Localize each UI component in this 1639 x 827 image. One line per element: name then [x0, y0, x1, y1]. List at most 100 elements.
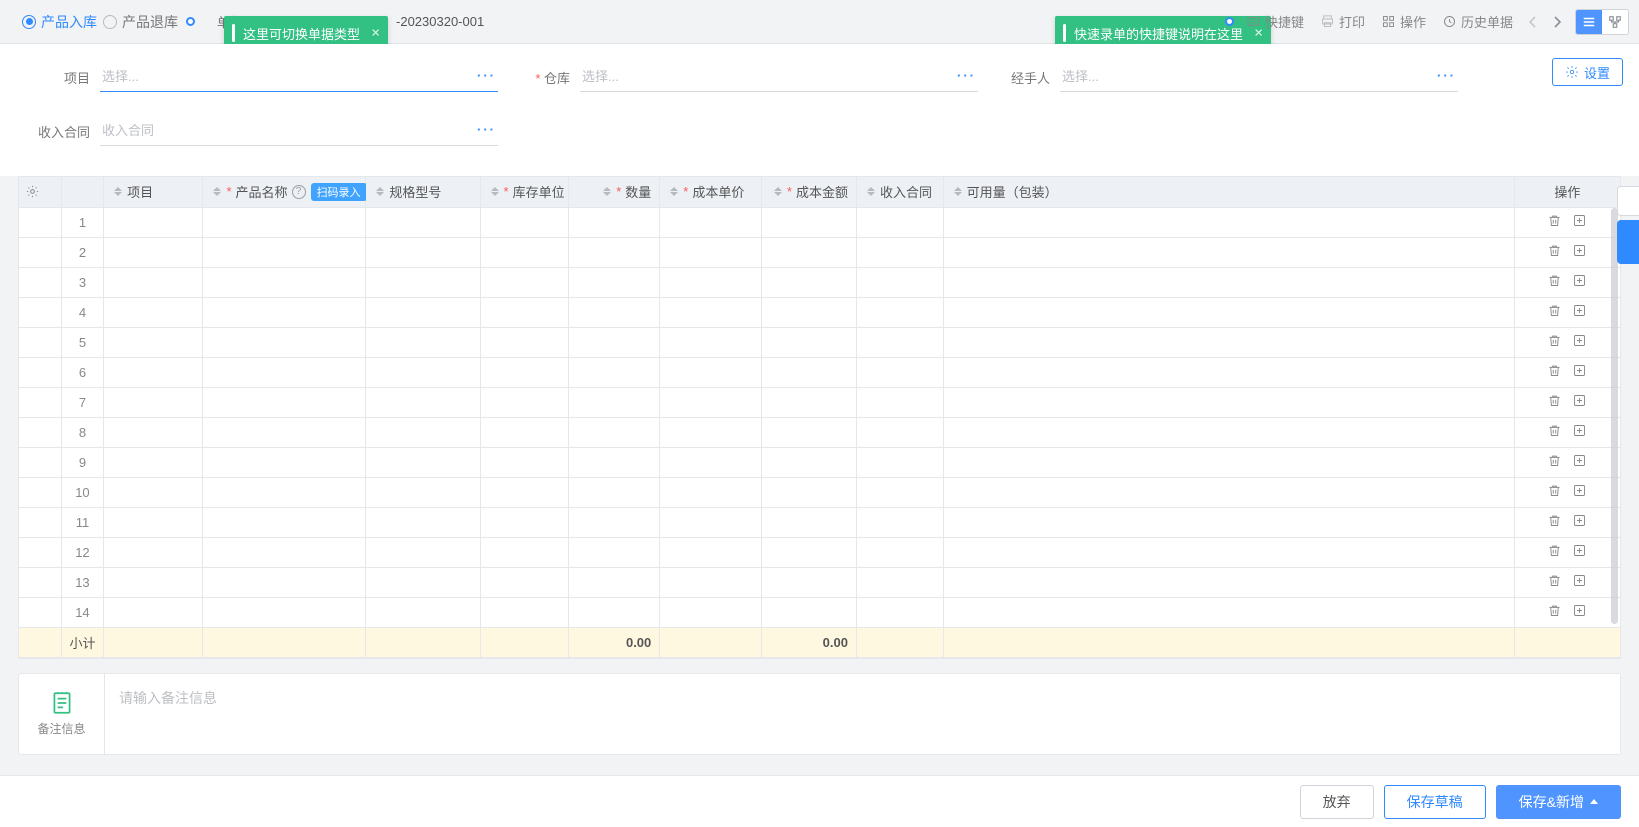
th-avail[interactable]: 可用量（包装）: [943, 177, 1514, 207]
insert-row-button[interactable]: [1572, 213, 1587, 228]
th-contract[interactable]: 收入合同: [856, 177, 943, 207]
th-spec[interactable]: 规格型号: [366, 177, 480, 207]
table-row[interactable]: 3: [19, 267, 1620, 297]
project-input[interactable]: [100, 62, 498, 92]
insert-row-button[interactable]: [1572, 303, 1587, 318]
handler-input-wrap: ···: [1060, 62, 1458, 92]
radio-product-out[interactable]: 产品退库: [103, 12, 178, 32]
insert-row-button[interactable]: [1572, 543, 1587, 558]
table-row[interactable]: 9: [19, 447, 1620, 477]
more-icon[interactable]: ···: [1437, 68, 1456, 83]
save-and-new-button[interactable]: 保存&新增: [1496, 785, 1621, 819]
prev-doc-button[interactable]: [1523, 9, 1543, 35]
sort-icon[interactable]: [774, 187, 782, 196]
history-button[interactable]: 历史单据: [1436, 8, 1519, 35]
table-row[interactable]: 13: [19, 567, 1620, 597]
sort-icon[interactable]: [867, 187, 875, 196]
gear-icon: [1565, 65, 1579, 79]
sort-icon[interactable]: [213, 187, 221, 196]
table-row[interactable]: 6: [19, 357, 1620, 387]
row-index: 14: [61, 597, 103, 627]
delete-row-button[interactable]: [1547, 513, 1562, 528]
th-unit[interactable]: *库存单位: [480, 177, 569, 207]
table-row[interactable]: 14: [19, 597, 1620, 627]
delete-row-button[interactable]: [1547, 543, 1562, 558]
table-row[interactable]: 10: [19, 477, 1620, 507]
th-amount[interactable]: *成本金额: [761, 177, 856, 207]
sort-icon[interactable]: [603, 187, 611, 196]
delete-row-button[interactable]: [1547, 333, 1562, 348]
delete-row-button[interactable]: [1547, 573, 1562, 588]
insert-row-button[interactable]: [1572, 363, 1587, 378]
save-draft-button[interactable]: 保存草稿: [1384, 785, 1486, 819]
insert-row-button[interactable]: [1572, 513, 1587, 528]
sort-icon[interactable]: [376, 187, 384, 196]
handler-input[interactable]: [1060, 62, 1458, 92]
contract-input[interactable]: [100, 116, 498, 146]
th-product[interactable]: *产品名称?扫码录入: [203, 177, 366, 207]
view-toggle-tree[interactable]: [1602, 10, 1628, 34]
sort-icon[interactable]: [670, 187, 678, 196]
delete-row-button[interactable]: [1547, 303, 1562, 318]
side-drawer-handle-active[interactable]: [1617, 220, 1639, 264]
th-qty[interactable]: *数量: [569, 177, 660, 207]
trash-icon: [1547, 243, 1562, 258]
shortcut-button[interactable]: 快捷键: [1240, 8, 1310, 35]
operate-button[interactable]: 操作: [1375, 8, 1432, 35]
table-row[interactable]: 12: [19, 537, 1620, 567]
row-index: 12: [61, 537, 103, 567]
table-row[interactable]: 2: [19, 237, 1620, 267]
table-row[interactable]: 7: [19, 387, 1620, 417]
delete-row-button[interactable]: [1547, 603, 1562, 618]
close-icon[interactable]: ×: [371, 25, 380, 42]
view-toggle-list[interactable]: [1576, 10, 1602, 34]
table-row[interactable]: 11: [19, 507, 1620, 537]
table-head: 项目 *产品名称?扫码录入 规格型号 *库存单位 *数量 *成本单价: [19, 177, 1620, 207]
delete-row-button[interactable]: [1547, 423, 1562, 438]
sort-icon[interactable]: [954, 187, 962, 196]
row-index: 9: [61, 447, 103, 477]
more-icon[interactable]: ···: [477, 68, 496, 83]
th-project[interactable]: 项目: [104, 177, 203, 207]
side-drawer-handle[interactable]: [1617, 186, 1639, 216]
discard-button[interactable]: 放弃: [1300, 785, 1374, 819]
top-bar: 产品入库 产品退库 单据日 -20230320-001 这里可切换单据类型 × …: [0, 0, 1639, 44]
table-row[interactable]: 4: [19, 297, 1620, 327]
print-button[interactable]: 打印: [1314, 8, 1371, 35]
more-icon[interactable]: ···: [957, 68, 976, 83]
vertical-scrollbar[interactable]: [1611, 208, 1618, 624]
table-row[interactable]: 5: [19, 327, 1620, 357]
th-gear[interactable]: [19, 177, 61, 207]
insert-row-button[interactable]: [1572, 393, 1587, 408]
insert-row-button[interactable]: [1572, 603, 1587, 618]
delete-row-button[interactable]: [1547, 363, 1562, 378]
table-row[interactable]: 8: [19, 417, 1620, 447]
sort-icon[interactable]: [491, 187, 499, 196]
history-icon: [1442, 14, 1457, 29]
insert-row-button[interactable]: [1572, 453, 1587, 468]
help-icon[interactable]: ?: [292, 185, 306, 199]
delete-row-button[interactable]: [1547, 483, 1562, 498]
table-row[interactable]: 1: [19, 207, 1620, 237]
next-doc-button[interactable]: [1547, 9, 1567, 35]
insert-row-button[interactable]: [1572, 573, 1587, 588]
delete-row-button[interactable]: [1547, 393, 1562, 408]
sort-icon[interactable]: [114, 187, 122, 196]
th-price[interactable]: *成本单价: [660, 177, 762, 207]
more-icon[interactable]: ···: [477, 122, 496, 137]
insert-row-button[interactable]: [1572, 273, 1587, 288]
insert-row-button[interactable]: [1572, 333, 1587, 348]
remark-input[interactable]: [105, 674, 1620, 754]
settings-button[interactable]: 设置: [1552, 58, 1623, 86]
delete-row-button[interactable]: [1547, 213, 1562, 228]
radio-product-in[interactable]: 产品入库: [22, 12, 97, 32]
insert-row-button[interactable]: [1572, 423, 1587, 438]
delete-row-button[interactable]: [1547, 243, 1562, 258]
insert-row-button[interactable]: [1572, 483, 1587, 498]
warehouse-input[interactable]: [580, 62, 978, 92]
scan-entry-button[interactable]: 扫码录入: [311, 183, 367, 201]
delete-row-button[interactable]: [1547, 273, 1562, 288]
radio-mark-icon: [103, 15, 117, 29]
insert-row-button[interactable]: [1572, 243, 1587, 258]
delete-row-button[interactable]: [1547, 453, 1562, 468]
